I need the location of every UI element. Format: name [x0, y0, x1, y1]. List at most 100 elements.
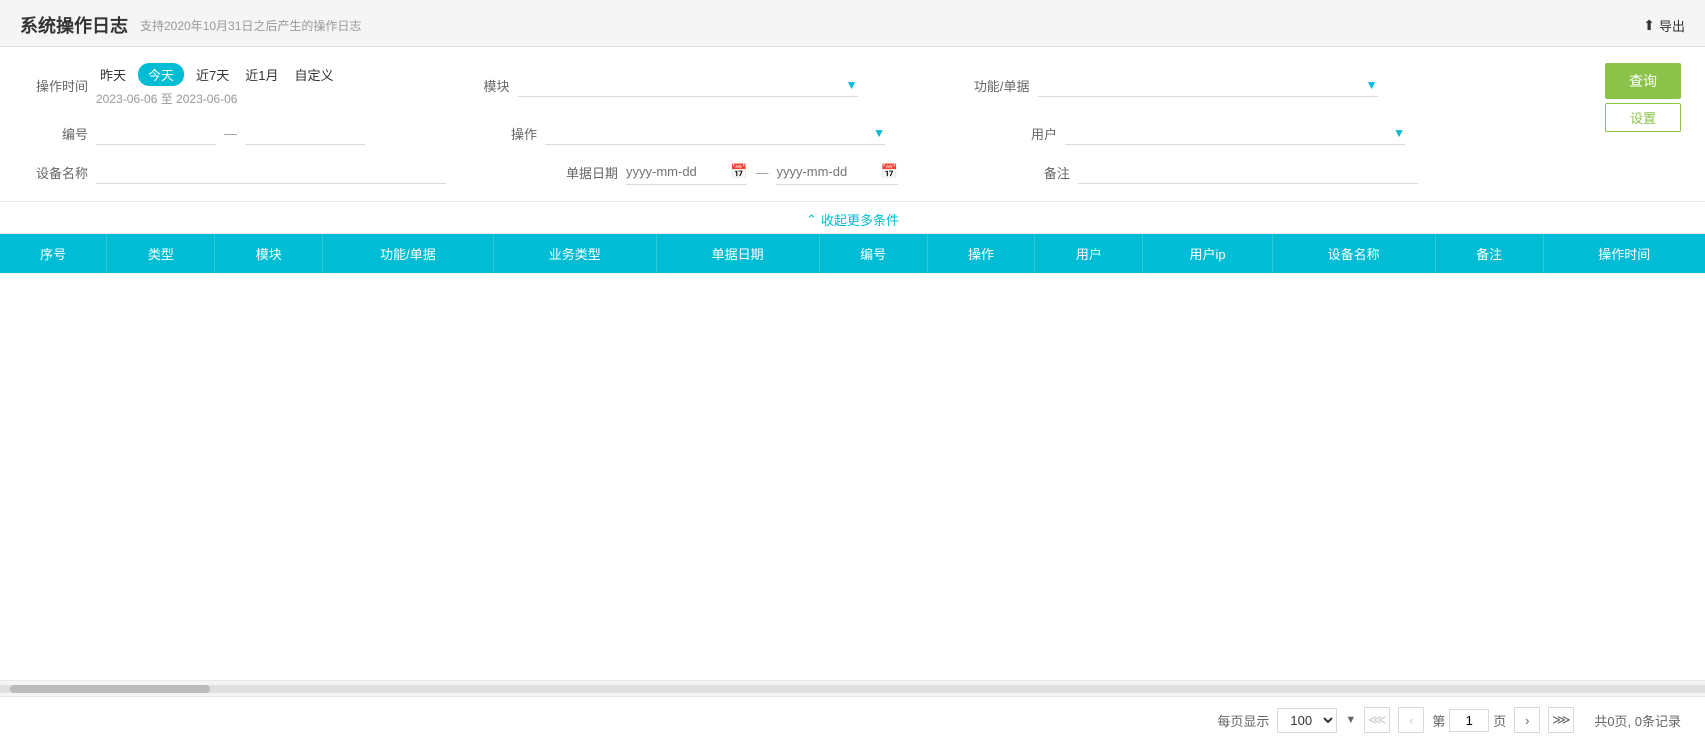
code-input-from[interactable]	[96, 121, 216, 145]
page-wrapper: 系统操作日志 支持2020年10月31日之后产生的操作日志 ⬆ 导出 操作时间	[0, 0, 1705, 743]
filter-area: 操作时间 昨天 今天 近7天 近1月 自定义 2023-06-06 至 2023…	[0, 47, 1705, 202]
page-suffix: 页	[1493, 711, 1506, 730]
col-type: 类型	[107, 234, 215, 273]
time-btn-7days[interactable]: 近7天	[192, 63, 233, 86]
remark-label: 备注	[1006, 163, 1070, 182]
chevron-up-icon: ⌃	[806, 212, 817, 228]
export-button[interactable]: ⬆ 导出	[1643, 16, 1685, 35]
code-dash: —	[224, 126, 237, 141]
col-doc-date: 单据日期	[656, 234, 819, 273]
table-wrapper: 序号 类型 模块 功能/单据 业务类型 单据日期 编号 操作 用户 用户ip 设…	[0, 234, 1705, 680]
calendar-from-icon[interactable]: 📅	[730, 163, 747, 180]
prev-page-button[interactable]: ‹	[1398, 707, 1424, 733]
col-index: 序号	[0, 234, 107, 273]
time-btn-custom[interactable]: 自定义	[291, 63, 338, 86]
page-header: 系统操作日志 支持2020年10月31日之后产生的操作日志 ⬆ 导出	[0, 0, 1705, 47]
device-label: 设备名称	[24, 163, 88, 182]
user-select[interactable]: ▼	[1065, 122, 1405, 145]
time-buttons: 昨天 今天 近7天 近1月 自定义	[96, 63, 338, 86]
func-dropdown-icon: ▼	[1366, 78, 1378, 92]
col-user: 用户	[1035, 234, 1143, 273]
col-remark: 备注	[1435, 234, 1543, 273]
empty-area	[0, 273, 1705, 653]
date-dash: —	[755, 165, 768, 180]
scrollbar-area	[0, 680, 1705, 696]
action-buttons: 查询 设置	[1605, 63, 1681, 132]
device-filter-block: 设备名称	[24, 160, 446, 184]
col-op-time: 操作时间	[1543, 234, 1705, 273]
time-filter-block: 操作时间 昨天 今天 近7天 近1月 自定义 2023-06-06 至 2023…	[24, 63, 338, 107]
collapse-button[interactable]: ⌃ 收起更多条件	[806, 210, 899, 229]
query-button[interactable]: 查询	[1605, 63, 1681, 99]
time-btn-yesterday[interactable]: 昨天	[96, 63, 130, 86]
module-filter-block: 模块 ▼	[446, 74, 858, 97]
code-filter-block: 编号 —	[24, 121, 365, 145]
operation-select[interactable]: ▼	[545, 122, 885, 145]
func-label: 功能/单据	[966, 76, 1030, 95]
collapse-row: ⌃ 收起更多条件	[0, 202, 1705, 234]
scrollbar-thumb[interactable]	[10, 685, 210, 693]
col-operation: 操作	[927, 234, 1035, 273]
table-header: 序号 类型 模块 功能/单据 业务类型 单据日期 编号 操作 用户 用户ip 设…	[0, 234, 1705, 273]
filter-main-row: 操作时间 昨天 今天 近7天 近1月 自定义 2023-06-06 至 2023…	[24, 63, 1681, 185]
first-page-button[interactable]: ⋘	[1364, 707, 1390, 733]
time-range: 2023-06-06 至 2023-06-06	[96, 90, 338, 107]
remark-input[interactable]	[1078, 160, 1418, 184]
func-select[interactable]: ▼	[1038, 74, 1378, 97]
module-select[interactable]: ▼	[518, 74, 858, 97]
operation-filter-block: 操作 ▼	[473, 122, 885, 145]
page-info: 第 页	[1432, 709, 1506, 732]
user-filter-block: 用户 ▼	[993, 122, 1405, 145]
remark-filter-block: 备注	[1006, 160, 1418, 184]
table-header-row: 序号 类型 模块 功能/单据 业务类型 单据日期 编号 操作 用户 用户ip 设…	[0, 234, 1705, 273]
export-icon: ⬆	[1643, 17, 1655, 34]
col-module: 模块	[215, 234, 323, 273]
code-label: 编号	[24, 124, 88, 143]
collapse-label: 收起更多条件	[821, 210, 899, 229]
date-from-input[interactable]	[626, 164, 726, 179]
last-page-button[interactable]: ⋙	[1548, 707, 1574, 733]
filter-columns: 操作时间 昨天 今天 近7天 近1月 自定义 2023-06-06 至 2023…	[24, 63, 1605, 185]
filter-row-3: 设备名称 单据日期 📅 —	[24, 159, 1605, 185]
time-btn-today[interactable]: 今天	[138, 63, 184, 86]
export-label: 导出	[1659, 16, 1685, 35]
page-subtitle: 支持2020年10月31日之后产生的操作日志	[140, 17, 361, 34]
date-from-wrapper: 📅	[626, 159, 747, 185]
device-input[interactable]	[96, 160, 446, 184]
total-info: 共0页, 0条记录	[1594, 711, 1681, 730]
docdate-label: 单据日期	[554, 163, 618, 182]
page-size-select[interactable]: 20 50 100 200	[1277, 708, 1337, 733]
calendar-to-icon[interactable]: 📅	[880, 163, 897, 180]
col-device: 设备名称	[1272, 234, 1435, 273]
module-label: 模块	[446, 76, 510, 95]
time-btn-1month[interactable]: 近1月	[241, 63, 282, 86]
user-label: 用户	[993, 124, 1057, 143]
page-number-input[interactable]	[1449, 709, 1489, 732]
next-page-button[interactable]: ›	[1514, 707, 1540, 733]
scrollbar-track[interactable]	[0, 685, 1705, 693]
func-filter-block: 功能/单据 ▼	[966, 74, 1378, 97]
page-size-label: 每页显示	[1217, 711, 1269, 730]
chevron-down-icon: ▼	[1345, 714, 1356, 726]
time-filter: 昨天 今天 近7天 近1月 自定义 2023-06-06 至 2023-06-0…	[96, 63, 338, 107]
code-input-to[interactable]	[245, 121, 365, 145]
docdate-filter-block: 单据日期 📅 — 📅	[554, 159, 898, 185]
filter-row-2: 编号 — 操作 ▼	[24, 121, 1605, 145]
date-to-wrapper: 📅	[776, 159, 897, 185]
page-label: 第	[1432, 711, 1445, 730]
col-code: 编号	[819, 234, 927, 273]
col-user-ip: 用户ip	[1143, 234, 1272, 273]
operation-label: 操作	[473, 124, 537, 143]
module-dropdown-icon: ▼	[846, 78, 858, 92]
settings-button[interactable]: 设置	[1605, 103, 1681, 132]
operation-dropdown-icon: ▼	[873, 126, 885, 140]
pagination: 每页显示 20 50 100 200 ▼ ⋘ ‹ 第 页 › ⋙ 共0页, 0条…	[0, 696, 1705, 743]
col-biz-type: 业务类型	[493, 234, 656, 273]
col-func: 功能/单据	[323, 234, 494, 273]
data-table: 序号 类型 模块 功能/单据 业务类型 单据日期 编号 操作 用户 用户ip 设…	[0, 234, 1705, 273]
time-label: 操作时间	[24, 76, 88, 95]
filter-row-1: 操作时间 昨天 今天 近7天 近1月 自定义 2023-06-06 至 2023…	[24, 63, 1605, 107]
page-title: 系统操作日志	[20, 12, 128, 38]
user-dropdown-icon: ▼	[1393, 126, 1405, 140]
date-to-input[interactable]	[776, 164, 876, 179]
